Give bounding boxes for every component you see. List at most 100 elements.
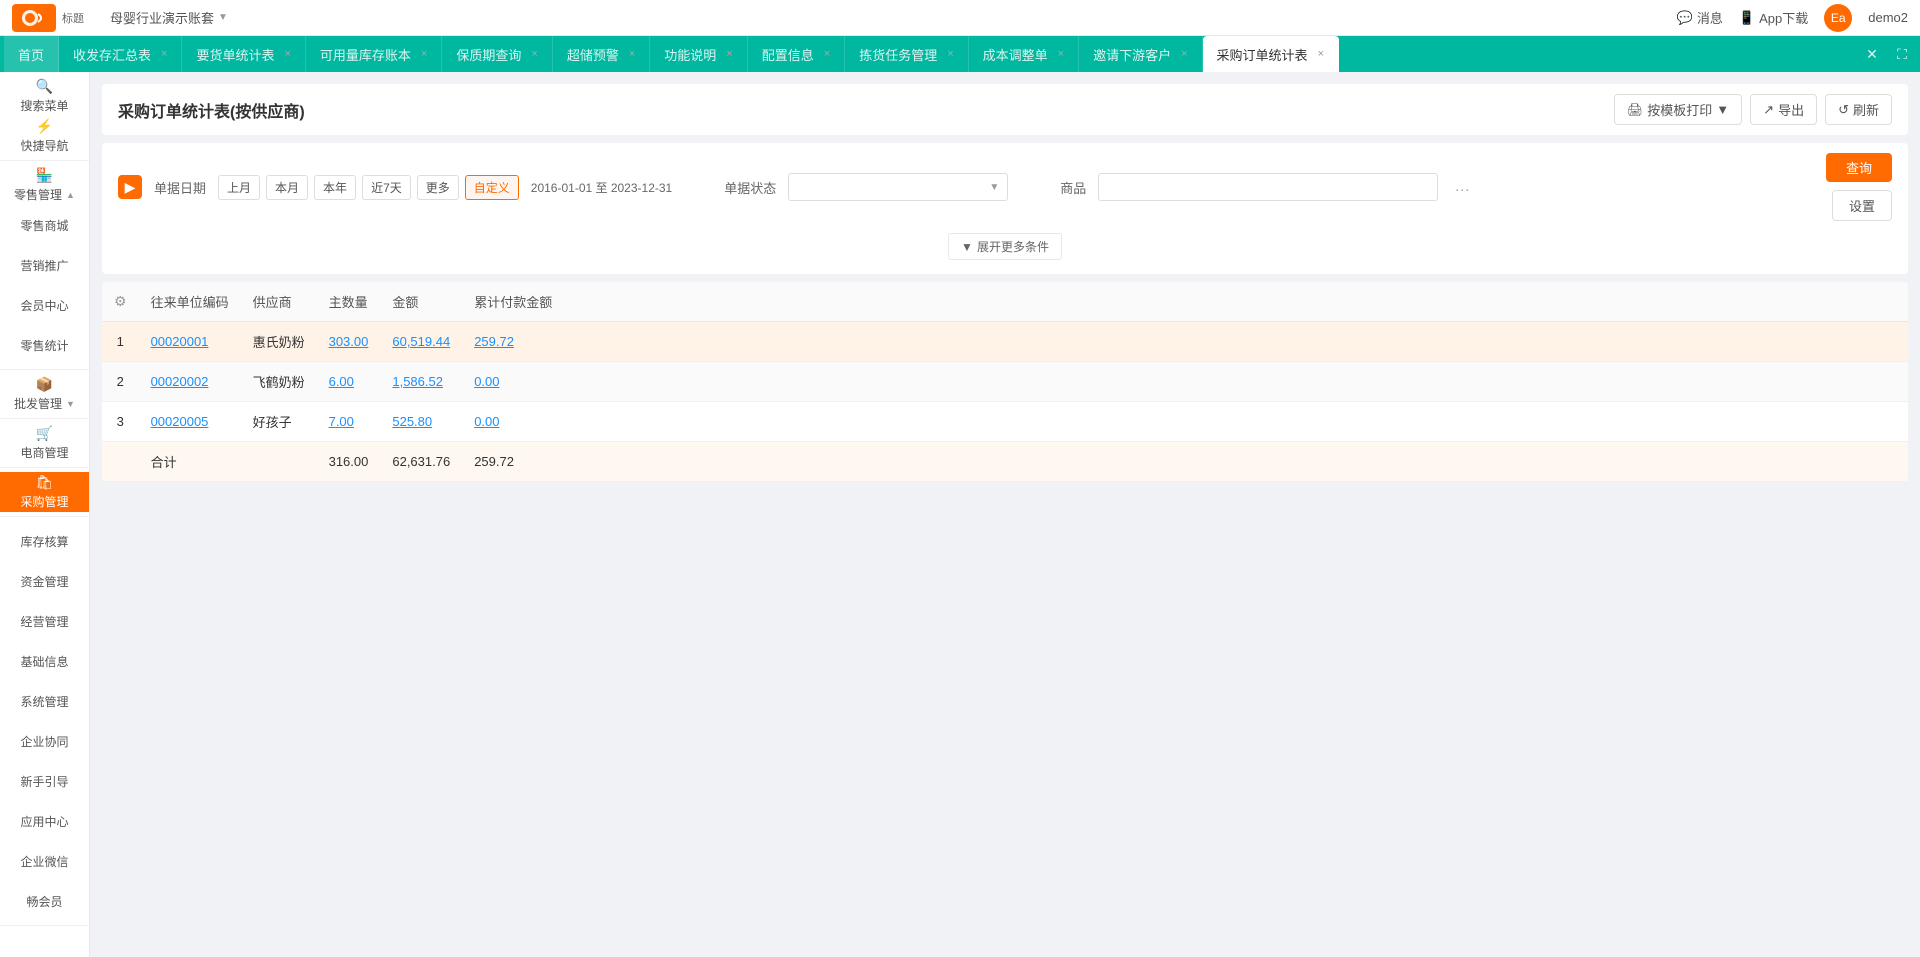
tab-caigou-active[interactable]: 采购订单统计表 ×: [1203, 36, 1339, 72]
tab-chengben[interactable]: 成本调整单 ×: [969, 36, 1079, 72]
retail-arrow-icon: ▲: [66, 190, 75, 200]
filter-panel: ▶ 单据日期 上月 本月 本年 近7天 更多 自定义 2016-01-01 至 …: [102, 143, 1908, 274]
sidebar-label-search: 搜索菜单: [20, 97, 68, 114]
print-icon: 🖨: [1627, 102, 1644, 118]
workspace-selector[interactable]: 母婴行业演示账套 ▼: [102, 8, 236, 27]
tab-keyongliang-close[interactable]: ×: [421, 48, 427, 60]
settings-button[interactable]: 设置: [1832, 190, 1892, 221]
table-row: 1 00020001 惠氏奶粉 303.00 60,519.44 259.72: [102, 322, 1908, 362]
footer-amount: 62,631.76: [380, 442, 462, 482]
sidebar-item-member[interactable]: 会员中心: [0, 285, 89, 325]
logo-text: 标题: [62, 10, 84, 26]
tab-baozhi-close[interactable]: ×: [531, 48, 537, 60]
sidebar-item-purchase[interactable]: 🛍 采购管理: [0, 472, 89, 512]
sidebar-item-coop[interactable]: 企业协同: [0, 721, 89, 761]
sidebar-item-quick[interactable]: ⚡ 快捷导航: [0, 116, 89, 156]
tab-peizhi[interactable]: 配置信息 ×: [748, 36, 845, 72]
quantity-link[interactable]: 303.00: [329, 334, 369, 349]
sidebar: 🔍 搜索菜单 ⚡ 快捷导航 🏪 零售管理 ▲ 零售商城 营销推广: [0, 72, 90, 957]
filter-toggle-button[interactable]: ▶: [118, 175, 142, 199]
sidebar-item-appcenter[interactable]: 应用中心: [0, 801, 89, 841]
quantity-link[interactable]: 6.00: [329, 374, 354, 389]
sidebar-label-finance: 资金管理: [20, 573, 68, 590]
tab-baozhi[interactable]: 保质期查询 ×: [442, 36, 552, 72]
refresh-button[interactable]: ↺ 刷新: [1825, 94, 1892, 125]
col-code: 往来单位编码: [139, 282, 241, 322]
filter-status-select[interactable]: ▼: [788, 173, 1008, 201]
amount-link[interactable]: 1,586.52: [392, 374, 443, 389]
table-body: 1 00020001 惠氏奶粉 303.00 60,519.44 259.72 …: [102, 322, 1908, 442]
goods-more-icon[interactable]: …: [1454, 178, 1470, 196]
sidebar-item-retail[interactable]: 🏪 零售管理 ▲: [0, 165, 89, 205]
sidebar-item-corpwechat[interactable]: 企业微信: [0, 841, 89, 881]
print-button[interactable]: 🖨 按模板打印 ▼: [1614, 94, 1742, 125]
sidebar-item-vip[interactable]: 畅会员: [0, 881, 89, 921]
table-row: 2 00020002 飞鹤奶粉 6.00 1,586.52 0.00: [102, 362, 1908, 402]
app-download-button[interactable]: 📱 App下载: [1739, 8, 1808, 27]
nav-expand-button[interactable]: ⛶: [1888, 40, 1916, 68]
paid-link[interactable]: 0.00: [474, 414, 499, 429]
quantity-link[interactable]: 7.00: [329, 414, 354, 429]
filter-date-7days[interactable]: 近7天: [362, 175, 411, 200]
purchase-icon: 🛍: [36, 474, 54, 491]
sidebar-label-wholesale: 批发管理: [14, 395, 62, 412]
code-link[interactable]: 00020001: [151, 334, 209, 349]
sidebar-item-system[interactable]: 系统管理: [0, 681, 89, 721]
nav-close-button[interactable]: ✕: [1858, 40, 1886, 68]
row-quantity: 7.00: [317, 402, 381, 442]
filter-date-thismonth[interactable]: 本月: [266, 175, 308, 200]
query-button[interactable]: 查询: [1826, 153, 1892, 182]
tab-chengben-close[interactable]: ×: [1058, 48, 1064, 60]
code-link[interactable]: 00020002: [151, 374, 209, 389]
tab-gongnengshuo[interactable]: 功能说明 ×: [650, 36, 747, 72]
tab-keyongliang[interactable]: 可用量库存账本 ×: [306, 36, 442, 72]
tab-chaochuyujing-close[interactable]: ×: [629, 48, 635, 60]
tab-jianhuo[interactable]: 拣货任务管理 ×: [845, 36, 968, 72]
sidebar-item-ecommerce[interactable]: 🛒 电商管理: [0, 423, 89, 463]
sidebar-item-guide[interactable]: 新手引导: [0, 761, 89, 801]
tab-caigou-active-close[interactable]: ×: [1318, 48, 1324, 60]
tab-gongnengshuo-close[interactable]: ×: [726, 48, 732, 60]
tab-chaochuyujing[interactable]: 超储预警 ×: [553, 36, 650, 72]
sidebar-item-retail-stats[interactable]: 零售统计: [0, 325, 89, 365]
message-label: 消息: [1697, 8, 1723, 27]
avatar: Ea: [1824, 4, 1852, 32]
sidebar-item-wholesale[interactable]: 📦 批发管理 ▼: [0, 374, 89, 414]
tab-yaoqing[interactable]: 邀请下游客户 ×: [1079, 36, 1202, 72]
filter-goods-input[interactable]: [1098, 173, 1438, 201]
filter-date-custom-badge[interactable]: 自定义: [465, 175, 519, 200]
sidebar-label-basic: 基础信息: [20, 653, 68, 670]
export-button[interactable]: ↗ 导出: [1750, 94, 1817, 125]
tab-shoufacun[interactable]: 收发存汇总表 ×: [59, 36, 182, 72]
column-settings-icon[interactable]: ⚙: [114, 293, 127, 309]
sidebar-item-basic[interactable]: 基础信息: [0, 641, 89, 681]
tab-peizhi-close[interactable]: ×: [824, 48, 830, 60]
sidebar-item-finance[interactable]: 资金管理: [0, 561, 89, 601]
sidebar-item-search[interactable]: 🔍 搜索菜单: [0, 76, 89, 116]
row-extra: [564, 402, 1908, 442]
amount-link[interactable]: 525.80: [392, 414, 432, 429]
tab-shoufacun-close[interactable]: ×: [161, 48, 167, 60]
sidebar-section-wholesale: 📦 批发管理 ▼: [0, 370, 89, 419]
tab-yaohuo-close[interactable]: ×: [284, 48, 290, 60]
sidebar-item-stock[interactable]: 库存核算: [0, 521, 89, 561]
tab-home[interactable]: 首页: [4, 36, 59, 72]
expand-more-button[interactable]: ▼ 展开更多条件: [948, 233, 1062, 260]
filter-date-lastmonth[interactable]: 上月: [218, 175, 260, 200]
message-button[interactable]: 💬 消息: [1677, 8, 1723, 27]
top-bar-right: 💬 消息 📱 App下载 Ea demo2: [1677, 4, 1908, 32]
tab-jianhuo-close[interactable]: ×: [947, 48, 953, 60]
paid-link[interactable]: 259.72: [474, 334, 514, 349]
code-link[interactable]: 00020005: [151, 414, 209, 429]
paid-link[interactable]: 0.00: [474, 374, 499, 389]
amount-link[interactable]: 60,519.44: [392, 334, 450, 349]
tab-yaohuo[interactable]: 要货单统计表 ×: [182, 36, 305, 72]
filter-date-more[interactable]: 更多: [417, 175, 459, 200]
sidebar-item-operation[interactable]: 经营管理: [0, 601, 89, 641]
sidebar-item-retail-shop[interactable]: 零售商城: [0, 205, 89, 245]
col-supplier: 供应商: [241, 282, 317, 322]
tab-yaoqing-close[interactable]: ×: [1181, 48, 1187, 60]
tab-chengben-label: 成本调整单: [983, 45, 1048, 64]
sidebar-item-marketing[interactable]: 营销推广: [0, 245, 89, 285]
filter-date-thisyear[interactable]: 本年: [314, 175, 356, 200]
